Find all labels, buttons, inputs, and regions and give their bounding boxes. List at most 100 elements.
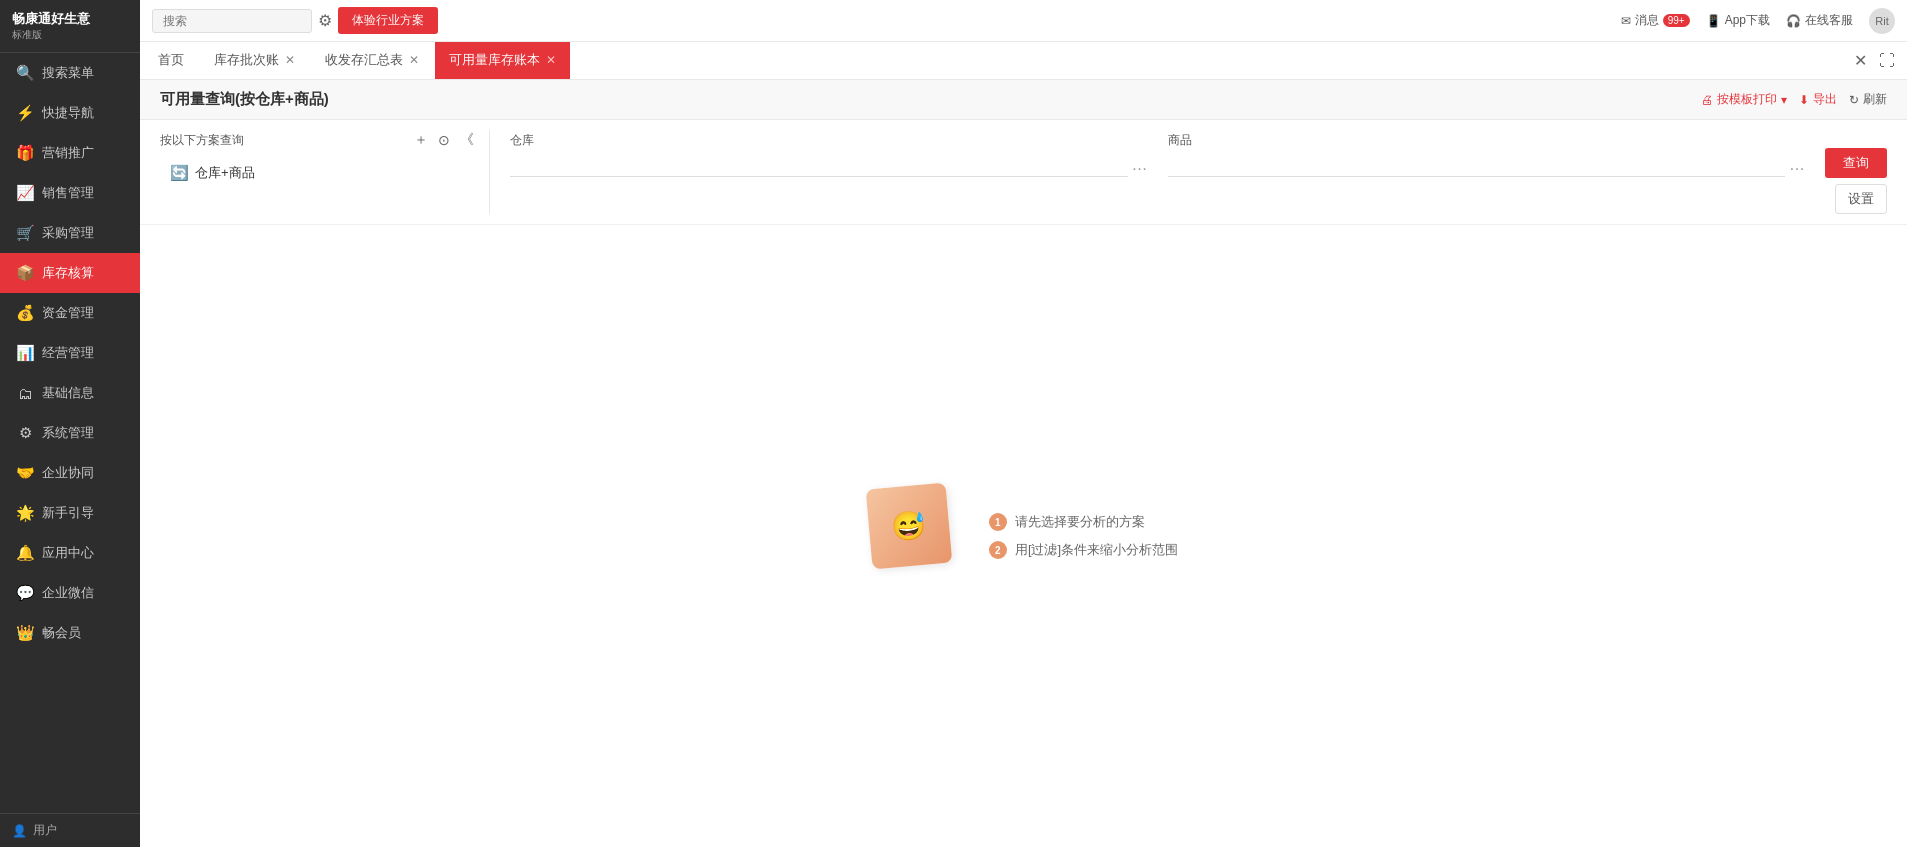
marketing-icon: 🎁 [16, 144, 34, 162]
product-input[interactable] [1168, 153, 1786, 177]
tab-batch-label: 库存批次账 [214, 51, 279, 69]
gear-icon[interactable]: ⚙ [318, 11, 332, 30]
sidebar-item-sales[interactable]: 📈 销售管理 [0, 173, 140, 213]
inventory-icon: 📦 [16, 264, 34, 282]
sidebar-item-marketing[interactable]: 🎁 营销推广 [0, 133, 140, 173]
sidebar-item-label: 系统管理 [42, 424, 94, 442]
sidebar-item-label: 经营管理 [42, 344, 94, 362]
sidebar-item-enterprise[interactable]: 🤝 企业协同 [0, 453, 140, 493]
tab-expand-btn[interactable]: ⛶ [1875, 50, 1899, 72]
print-button[interactable]: 🖨 按模板打印 ▾ [1701, 91, 1787, 108]
sidebar-item-basic[interactable]: 🗂 基础信息 [0, 373, 140, 413]
apps-icon: 🔔 [16, 544, 34, 562]
user-profile[interactable]: Rit [1869, 8, 1895, 34]
print-icon: 🖨 [1701, 93, 1713, 107]
page-header-actions: 🖨 按模板打印 ▾ ⬇ 导出 ↻ 刷新 [1701, 91, 1887, 108]
tabs-right: ✕ ⛶ [1842, 42, 1907, 79]
tabs-bar: 首页 库存批次账 ✕ 收发存汇总表 ✕ 可用量库存账本 ✕ ✕ ⛶ [140, 42, 1907, 80]
collapse-scheme-button[interactable]: 《 [457, 130, 477, 150]
tab-batch-close[interactable]: ✕ [285, 53, 295, 67]
sidebar-item-apps[interactable]: 🔔 应用中心 [0, 533, 140, 573]
footer-user-icon: 👤 [12, 824, 27, 838]
sidebar-item-label: 基础信息 [42, 384, 94, 402]
topbar: ⚙ 体验行业方案 ✉ 消息 99+ 📱 App下载 🎧 在线客服 Rit [140, 0, 1907, 42]
sidebar-scroll: 🔍 搜索菜单 ⚡ 快捷导航 🎁 营销推广 📈 销售管理 🛒 采购管理 📦 库存核… [0, 53, 140, 813]
phone-icon: 📱 [1706, 14, 1721, 28]
tab-home-label: 首页 [158, 51, 184, 69]
empty-box-face: 😅 [890, 508, 928, 544]
topbar-right: ✉ 消息 99+ 📱 App下载 🎧 在线客服 Rit [1621, 8, 1895, 34]
enterprise-icon: 🤝 [16, 464, 34, 482]
tab-summary-label: 收发存汇总表 [325, 51, 403, 69]
product-more-btn[interactable]: … [1789, 156, 1805, 174]
sidebar-item-wechat[interactable]: 💬 企业微信 [0, 573, 140, 613]
empty-step1-text: 请先选择要分析的方案 [1015, 513, 1145, 531]
settings-button[interactable]: 设置 [1835, 184, 1887, 214]
basic-icon: 🗂 [16, 385, 34, 402]
sidebar-item-member[interactable]: 👑 畅会员 [0, 613, 140, 653]
empty-step-2: 2 用[过滤]条件来缩小分析范围 [989, 541, 1178, 559]
main-content: ⚙ 体验行业方案 ✉ 消息 99+ 📱 App下载 🎧 在线客服 Rit [140, 0, 1907, 847]
settings-scheme-button[interactable]: ⊙ [435, 130, 453, 150]
system-icon: ⚙ [16, 424, 34, 442]
sidebar-item-label: 营销推广 [42, 144, 94, 162]
tab-available[interactable]: 可用量库存账本 ✕ [435, 42, 570, 79]
sidebar-item-guide[interactable]: 🌟 新手引导 [0, 493, 140, 533]
export-button[interactable]: ⬇ 导出 [1799, 91, 1837, 108]
app-name: 畅康通好生意 [12, 10, 128, 28]
page-content: 可用量查询(按仓库+商品) 🖨 按模板打印 ▾ ⬇ 导出 ↻ 刷新 [140, 80, 1907, 847]
tab-close-btn[interactable]: ✕ [1850, 49, 1871, 72]
empty-step-1: 1 请先选择要分析的方案 [989, 513, 1178, 531]
app-download-button[interactable]: 📱 App下载 [1706, 12, 1770, 29]
tab-available-label: 可用量库存账本 [449, 51, 540, 69]
sidebar-footer: 👤 用户 [0, 813, 140, 847]
sidebar: 畅康通好生意 标准版 🔍 搜索菜单 ⚡ 快捷导航 🎁 营销推广 📈 销售管理 🛒… [0, 0, 140, 847]
online-service-button[interactable]: 🎧 在线客服 [1786, 12, 1853, 29]
warehouse-more-btn[interactable]: … [1132, 156, 1148, 174]
headset-icon: 🎧 [1786, 14, 1801, 28]
page-title: 可用量查询(按仓库+商品) [160, 90, 329, 109]
scheme-item-warehouse-product[interactable]: 🔄 仓库+商品 [160, 158, 477, 188]
warehouse-label: 仓库 [510, 132, 1148, 149]
query-button[interactable]: 查询 [1825, 148, 1887, 178]
print-dropdown-icon: ▾ [1781, 93, 1787, 107]
tab-summary-close[interactable]: ✕ [409, 53, 419, 67]
search-icon: 🔍 [16, 64, 34, 82]
filter-scheme-header: 按以下方案查询 ＋ ⊙ 《 [160, 130, 477, 150]
tab-batch[interactable]: 库存批次账 ✕ [200, 42, 309, 79]
sidebar-item-label: 快捷导航 [42, 104, 94, 122]
sales-icon: 📈 [16, 184, 34, 202]
sidebar-item-shortcut[interactable]: ⚡ 快捷导航 [0, 93, 140, 133]
user-name: Rit [1875, 15, 1888, 27]
warehouse-input[interactable] [510, 153, 1128, 177]
refresh-label: 刷新 [1863, 91, 1887, 108]
message-icon: ✉ [1621, 14, 1631, 28]
sidebar-item-label: 库存核算 [42, 264, 94, 282]
filter-field-product: 商品 … [1168, 132, 1806, 177]
product-label: 商品 [1168, 132, 1806, 149]
sidebar-item-label: 销售管理 [42, 184, 94, 202]
sidebar-item-label: 新手引导 [42, 504, 94, 522]
add-scheme-button[interactable]: ＋ [411, 130, 431, 150]
trial-button[interactable]: 体验行业方案 [338, 7, 438, 34]
sidebar-item-search[interactable]: 🔍 搜索菜单 [0, 53, 140, 93]
tab-available-close[interactable]: ✕ [546, 53, 556, 67]
scheme-item-label: 仓库+商品 [195, 164, 255, 182]
guide-icon: 🌟 [16, 504, 34, 522]
sidebar-item-finance[interactable]: 💰 资金管理 [0, 293, 140, 333]
footer-user-name: 用户 [33, 822, 57, 839]
filter-scheme-icons: ＋ ⊙ 《 [411, 130, 477, 150]
message-button[interactable]: ✉ 消息 99+ [1621, 12, 1690, 29]
tab-home[interactable]: 首页 [144, 42, 198, 79]
sidebar-item-purchase[interactable]: 🛒 采购管理 [0, 213, 140, 253]
sidebar-item-operation[interactable]: 📊 经营管理 [0, 333, 140, 373]
filter-actions: 查询 设置 [1825, 132, 1887, 214]
purchase-icon: 🛒 [16, 224, 34, 242]
export-label: 导出 [1813, 91, 1837, 108]
tab-summary[interactable]: 收发存汇总表 ✕ [311, 42, 433, 79]
refresh-button[interactable]: ↻ 刷新 [1849, 91, 1887, 108]
sidebar-item-system[interactable]: ⚙ 系统管理 [0, 413, 140, 453]
search-input[interactable] [152, 9, 312, 33]
warehouse-input-row: … [510, 153, 1148, 177]
sidebar-item-inventory[interactable]: 📦 库存核算 [0, 253, 140, 293]
